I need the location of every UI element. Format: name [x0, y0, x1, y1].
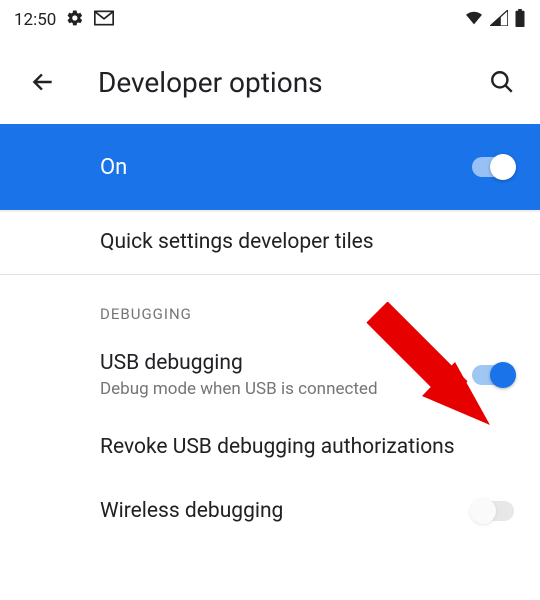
status-bar: 12:50: [0, 0, 540, 40]
back-button[interactable]: [30, 69, 62, 95]
usb-debugging-subtitle: Debug mode when USB is connected: [100, 379, 472, 399]
wifi-icon: [464, 10, 484, 31]
revoke-usb-auth-row[interactable]: Revoke USB debugging authorizations: [0, 415, 540, 479]
page-title: Developer options: [98, 66, 486, 99]
wireless-debugging-row[interactable]: Wireless debugging: [0, 479, 540, 523]
search-button[interactable]: [486, 69, 518, 95]
wireless-debugging-label: Wireless debugging: [100, 499, 472, 523]
gear-icon: [66, 9, 84, 32]
battery-icon: [514, 9, 526, 32]
mail-icon: [94, 10, 114, 31]
master-toggle-row[interactable]: On: [0, 124, 540, 210]
status-time: 12:50: [14, 10, 56, 30]
app-bar: Developer options: [0, 40, 540, 124]
master-toggle-label: On: [100, 155, 472, 180]
section-header-debugging: Debugging: [0, 275, 540, 341]
revoke-usb-auth-label: Revoke USB debugging authorizations: [100, 435, 514, 459]
quick-settings-tiles-row[interactable]: Quick settings developer tiles: [0, 210, 540, 274]
wireless-debugging-toggle[interactable]: [472, 501, 514, 521]
usb-debugging-row[interactable]: USB debugging Debug mode when USB is con…: [0, 341, 540, 415]
master-toggle-switch[interactable]: [472, 157, 514, 177]
quick-settings-tiles-label: Quick settings developer tiles: [100, 230, 514, 254]
usb-debugging-title: USB debugging: [100, 351, 472, 375]
usb-debugging-toggle[interactable]: [472, 365, 514, 385]
signal-icon: [490, 10, 508, 31]
